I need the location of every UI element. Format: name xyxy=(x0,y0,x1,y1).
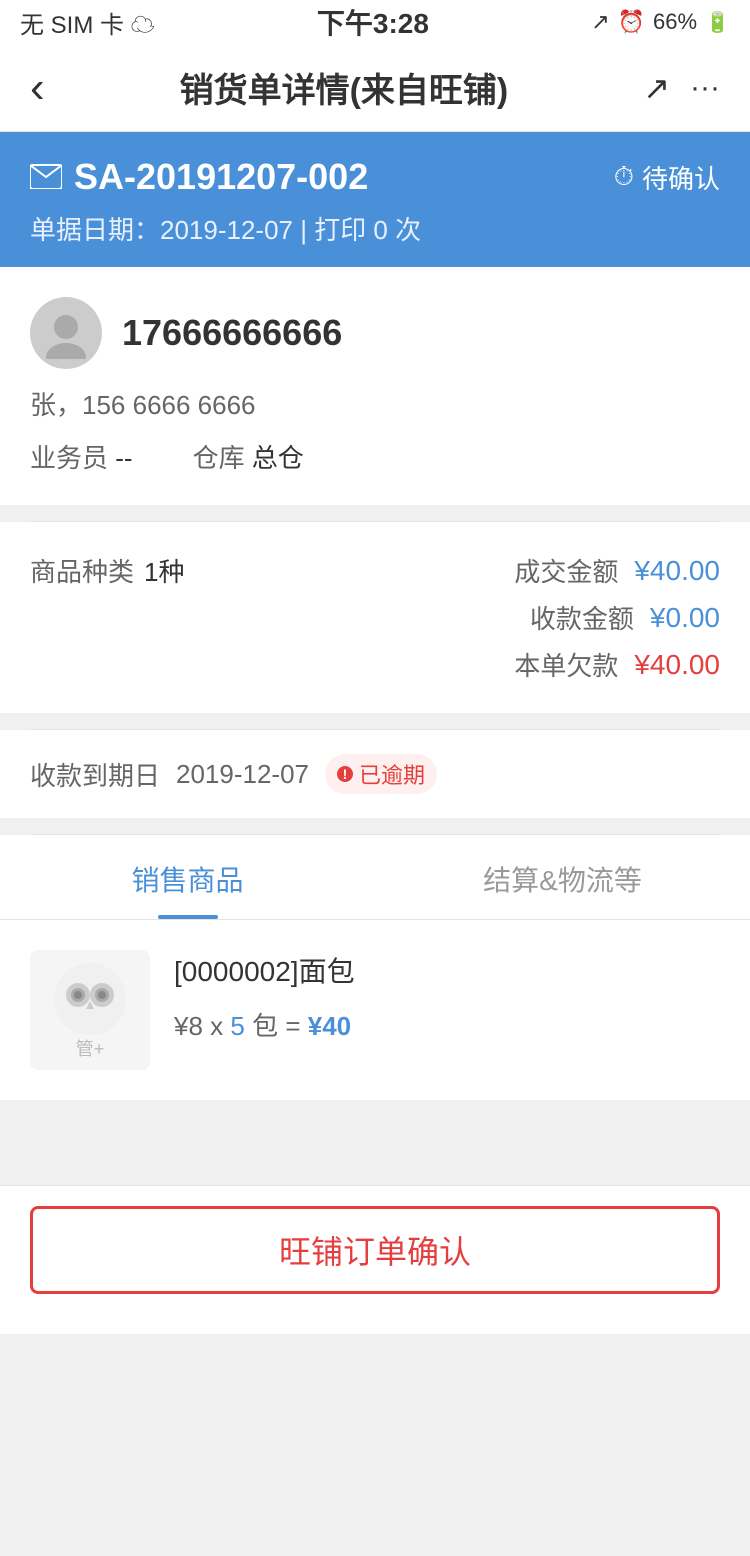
tabs: 销售商品 结算&物流等 xyxy=(0,835,750,920)
avatar xyxy=(30,297,102,369)
product-list: 管+ [0000002]面包 ¥8 x 5 包 = ¥40 xyxy=(0,920,750,1100)
battery-icon: 🔋 xyxy=(705,10,730,35)
category-row: 商品种类 1种 xyxy=(30,552,184,589)
received-label: 收款金额 xyxy=(530,599,634,636)
overdue-badge: ! 已逾期 xyxy=(325,754,437,794)
owed-row: 本单欠款 ¥40.00 xyxy=(514,646,720,683)
alarm-icon: ⏰ xyxy=(618,9,645,35)
order-header: SA-20191207-002 ⏱ 待确认 单据日期：2019-12-07 | … xyxy=(0,132,750,267)
nav-left: ‹ xyxy=(30,63,45,113)
product-qty: 5 xyxy=(230,1011,244,1041)
customer-phone: 17666666666 xyxy=(122,312,342,354)
overdue-text: 已逾期 xyxy=(359,758,425,790)
confirm-order-button[interactable]: 旺铺订单确认 xyxy=(30,1206,720,1294)
more-button[interactable]: ··· xyxy=(690,71,720,105)
due-date-value: 2019-12-07 xyxy=(176,759,309,790)
battery-status: 66% xyxy=(653,9,697,35)
amount-value: ¥40.00 xyxy=(634,555,720,587)
product-item: 管+ [0000002]面包 ¥8 x 5 包 = ¥40 xyxy=(0,920,750,1100)
customer-name: 张，156 6666 6666 xyxy=(30,385,720,422)
product-thumbnail: 管+ xyxy=(30,950,150,1070)
status-right: ↗ ⏰ 66% 🔋 xyxy=(591,9,730,35)
nav-right: ↗ ··· xyxy=(643,69,720,107)
stats-left: 商品种类 1种 xyxy=(30,552,184,589)
tab-settlement[interactable]: 结算&物流等 xyxy=(375,835,750,919)
amount-label: 成交金额 xyxy=(514,552,618,589)
location-icon: ↗ xyxy=(591,9,609,35)
order-id: SA-20191207-002 xyxy=(30,156,368,198)
overdue-icon: ! xyxy=(337,766,353,782)
price-separator: x xyxy=(210,1011,230,1041)
price-per-unit: ¥8 xyxy=(174,1011,203,1041)
share-button[interactable]: ↗ xyxy=(643,69,670,107)
salesperson-field: 业务员 -- xyxy=(30,438,133,475)
nav-bar: ‹ 销货单详情(来自旺铺) ↗ ··· xyxy=(0,44,750,132)
product-total: ¥40 xyxy=(308,1011,351,1041)
tab-sales-products[interactable]: 销售商品 xyxy=(0,835,375,919)
bottom-bar: 旺铺订单确认 xyxy=(0,1185,750,1334)
back-button[interactable]: ‹ xyxy=(30,63,45,113)
product-thumb-icon: 管+ xyxy=(50,959,130,1061)
bottom-spacer xyxy=(0,1376,750,1556)
due-date-label: 收款到期日 xyxy=(30,756,160,793)
status-clock-icon: ⏱ xyxy=(614,161,634,193)
stats-card: 商品种类 1种 成交金额 ¥40.00 收款金额 ¥0.00 本单欠款 ¥40.… xyxy=(0,522,750,713)
unit-label: 包 xyxy=(252,1011,278,1041)
status-left: 无 SIM 卡 ☁ xyxy=(20,5,155,40)
amount-row: 成交金额 ¥40.00 xyxy=(514,552,720,589)
equals-sign: = xyxy=(285,1011,307,1041)
page-title: 销货单详情(来自旺铺) xyxy=(180,63,509,112)
owed-label: 本单欠款 xyxy=(514,646,618,683)
product-name: [0000002]面包 xyxy=(174,950,720,990)
customer-meta: 业务员 -- 仓库 总仓 xyxy=(30,438,720,475)
received-value: ¥0.00 xyxy=(650,602,720,634)
sim-status: 无 SIM 卡 ☁ xyxy=(20,5,155,40)
status-bar: 无 SIM 卡 ☁ 下午3:28 ↗ ⏰ 66% 🔋 xyxy=(0,0,750,44)
owed-value: ¥40.00 xyxy=(634,649,720,681)
order-date: 单据日期：2019-12-07 | 打印 0 次 xyxy=(30,210,720,247)
category-label: 商品种类 xyxy=(30,552,134,589)
category-value: 1种 xyxy=(144,552,184,589)
received-row: 收款金额 ¥0.00 xyxy=(530,599,720,636)
order-status: ⏱ 待确认 xyxy=(614,159,720,196)
product-price: ¥8 x 5 包 = ¥40 xyxy=(174,1006,720,1043)
due-date-card: 收款到期日 2019-12-07 ! 已逾期 xyxy=(0,730,750,818)
status-time: 下午3:28 xyxy=(317,2,429,42)
stats-right: 成交金额 ¥40.00 收款金额 ¥0.00 本单欠款 ¥40.00 xyxy=(514,552,720,683)
order-icon xyxy=(30,156,62,198)
warehouse-field: 仓库 总仓 xyxy=(193,438,304,475)
customer-card: 17666666666 张，156 6666 6666 业务员 -- 仓库 总仓 xyxy=(0,267,750,505)
product-info: [0000002]面包 ¥8 x 5 包 = ¥40 xyxy=(174,950,720,1043)
